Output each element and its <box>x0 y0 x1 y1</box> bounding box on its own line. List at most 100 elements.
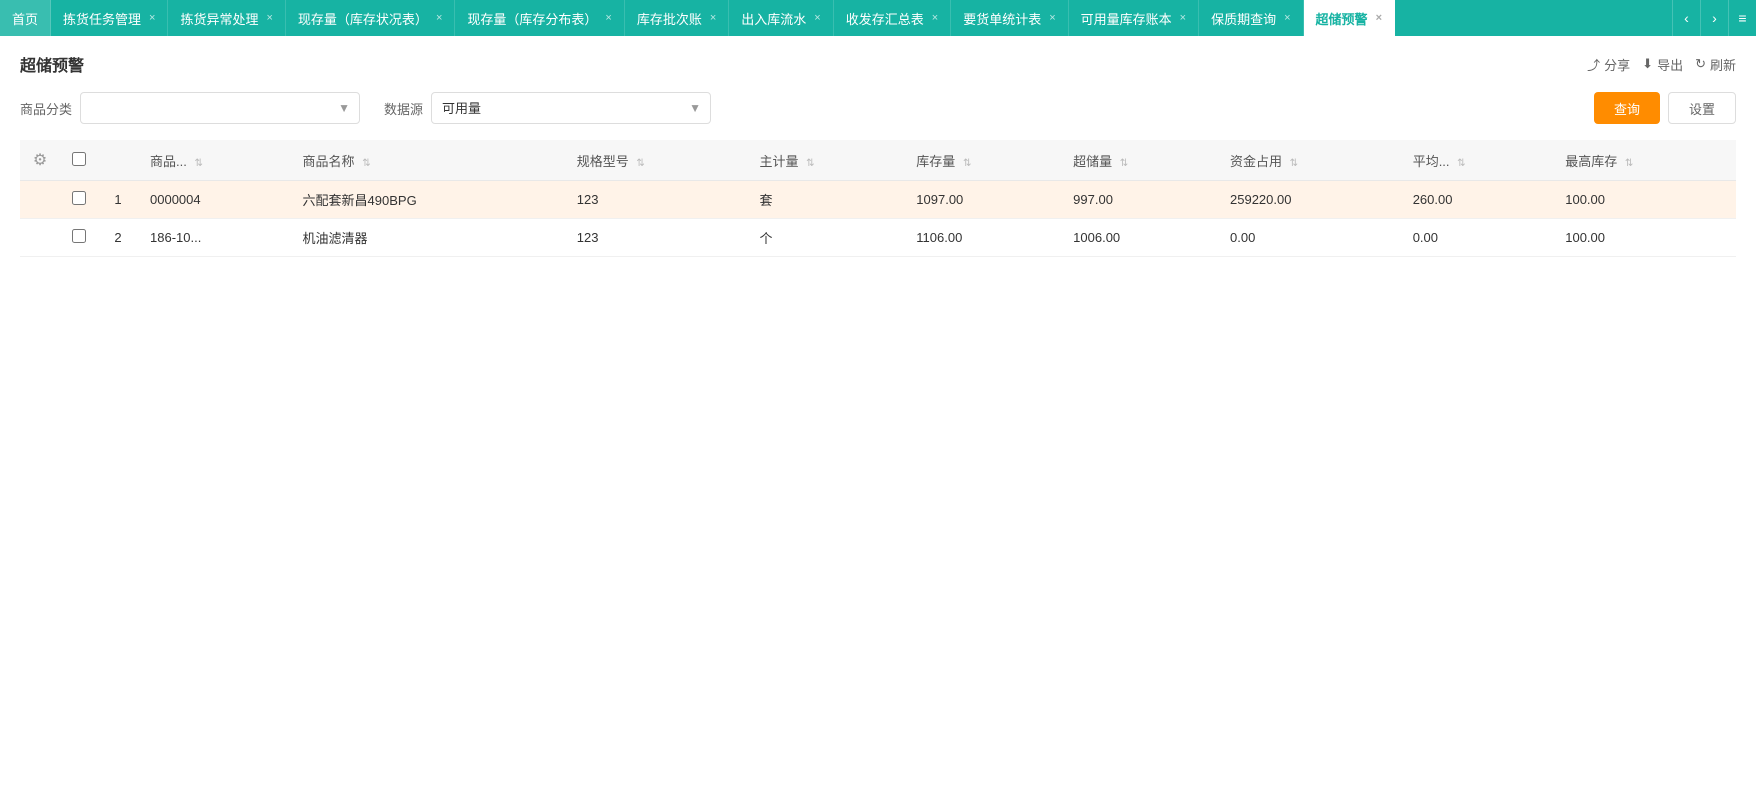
nav-item-exception[interactable]: 拣货异常处理× <box>168 0 285 36</box>
overstock-cell: 1006.00 <box>1061 219 1218 257</box>
nav-item-label: 现存量（库存分布表） <box>467 9 597 28</box>
table-row: 2 186-10... 机油滤清器 123 个 1106.00 1006.00 … <box>20 219 1736 257</box>
nav-item-label: 保质期查询 <box>1211 9 1276 28</box>
nav-item-batch[interactable]: 库存批次账× <box>625 0 729 36</box>
row-checkbox[interactable] <box>72 229 86 243</box>
data-table: ⚙ 商品... ⇅ 商品名称 ⇅ 规格型号 ⇅ <box>20 140 1736 257</box>
stock-cell: 1097.00 <box>904 181 1061 219</box>
refresh-icon: ↻ <box>1695 56 1706 72</box>
nav-item-label: 拣货任务管理 <box>63 9 141 28</box>
row-checkbox-cell[interactable] <box>60 219 98 257</box>
product-name-sort-icon: ⇅ <box>362 158 370 169</box>
stock-header[interactable]: 库存量 ⇅ <box>904 140 1061 181</box>
gear-header[interactable]: ⚙ <box>20 140 60 181</box>
export-button[interactable]: ⬇ 导出 <box>1642 55 1683 74</box>
capital-header-label: 资金占用 <box>1230 154 1282 169</box>
nav-item-quality[interactable]: 保质期查询 × <box>1199 0 1303 36</box>
close-icon[interactable]: × <box>932 12 938 24</box>
unit-sort-icon: ⇅ <box>806 158 814 169</box>
max-stock-header-label: 最高库存 <box>1565 154 1617 169</box>
nav-item-label: 现存量（库存状况表） <box>298 9 428 28</box>
close-icon[interactable]: × <box>814 12 820 24</box>
table-row: 1 0000004 六配套新昌490BPG 123 套 1097.00 997.… <box>20 181 1736 219</box>
nav-right-arrow[interactable]: › <box>1700 0 1728 36</box>
product-name-header[interactable]: 商品名称 ⇅ <box>291 140 565 181</box>
datasource-select[interactable]: 可用量 <box>431 92 711 124</box>
close-icon[interactable]: × <box>266 12 272 24</box>
product-name-header-label: 商品名称 <box>303 154 355 169</box>
capital-cell: 0.00 <box>1218 219 1401 257</box>
capital-header[interactable]: 资金占用 ⇅ <box>1218 140 1401 181</box>
top-nav: 首页拣货任务管理×拣货异常处理×现存量（库存状况表）×现存量（库存分布表）×库存… <box>0 0 1756 36</box>
product-name-cell: 机油滤清器 <box>291 219 565 257</box>
product-code-header[interactable]: 商品... ⇅ <box>138 140 291 181</box>
unit-header-label: 主计量 <box>759 154 798 169</box>
capital-sort-icon: ⇅ <box>1290 158 1298 169</box>
query-button[interactable]: 查询 <box>1594 92 1660 124</box>
nav-item-label: 可用量库存账本 <box>1081 9 1172 28</box>
close-icon[interactable]: × <box>1376 12 1382 24</box>
filter-area: 商品分类 ▼ 数据源 可用量 ▼ 查询 设置 <box>20 92 1736 124</box>
refresh-button[interactable]: ↻ 刷新 <box>1695 55 1736 74</box>
nav-item-label: 要货单统计表 <box>963 9 1041 28</box>
category-label: 商品分类 <box>20 99 72 118</box>
nav-item-task-mgmt[interactable]: 拣货任务管理 × <box>51 0 168 36</box>
checkbox-header[interactable] <box>60 140 98 181</box>
row-checkbox[interactable] <box>72 191 86 205</box>
datasource-select-wrap: 可用量 ▼ <box>431 92 711 124</box>
row-number: 1 <box>98 181 138 219</box>
gear-header-icon[interactable]: ⚙ <box>32 150 48 170</box>
datasource-filter: 数据源 可用量 ▼ <box>384 92 711 124</box>
nav-item-inout[interactable]: 出入库流水 × <box>729 0 833 36</box>
nav-item-overstock[interactable]: 超储预警 × <box>1304 0 1395 36</box>
close-icon[interactable]: × <box>710 12 716 24</box>
select-all-checkbox[interactable] <box>72 152 86 166</box>
spec-header[interactable]: 规格型号 ⇅ <box>565 140 748 181</box>
product-code-header-label: 商品... <box>150 154 187 169</box>
unit-header[interactable]: 主计量 ⇅ <box>747 140 904 181</box>
avg-sort-icon: ⇅ <box>1457 158 1465 169</box>
max-stock-cell: 100.00 <box>1553 181 1736 219</box>
max-stock-sort-icon: ⇅ <box>1625 158 1633 169</box>
close-icon[interactable]: × <box>1180 12 1186 24</box>
nav-item-label: 出入库流水 <box>741 9 806 28</box>
nav-item-stock-status[interactable]: 现存量（库存状况表） × <box>286 0 455 36</box>
nav-item-order-stat[interactable]: 要货单统计表 × <box>951 0 1068 36</box>
unit-cell: 套 <box>747 181 904 219</box>
settings-button[interactable]: 设置 <box>1668 92 1736 124</box>
export-icon: ⬇ <box>1642 56 1653 72</box>
spec-header-label: 规格型号 <box>577 154 629 169</box>
overstock-header[interactable]: 超储量 ⇅ <box>1061 140 1218 181</box>
export-label: 导出 <box>1657 55 1683 74</box>
max-stock-header[interactable]: 最高库存 ⇅ <box>1553 140 1736 181</box>
row-checkbox-cell[interactable] <box>60 181 98 219</box>
nav-left-arrow[interactable]: ‹ <box>1672 0 1700 36</box>
nav-item-collect[interactable]: 收发存汇总表× <box>834 0 951 36</box>
close-icon[interactable]: × <box>605 12 611 24</box>
nav-item-label: 超储预警 <box>1316 9 1368 28</box>
close-icon[interactable]: × <box>1049 12 1055 24</box>
datasource-label: 数据源 <box>384 99 423 118</box>
nav-item-home[interactable]: 首页 <box>0 0 51 36</box>
nav-arrows: ‹ › ≡ <box>1672 0 1756 36</box>
nav-menu-arrow[interactable]: ≡ <box>1728 0 1756 36</box>
nav-item-stock-dist[interactable]: 现存量（库存分布表） × <box>455 0 624 36</box>
close-icon[interactable]: × <box>436 12 442 24</box>
capital-cell: 259220.00 <box>1218 181 1401 219</box>
category-filter: 商品分类 ▼ <box>20 92 360 124</box>
spec-cell: 123 <box>565 181 748 219</box>
avg-header[interactable]: 平均... ⇅ <box>1401 140 1554 181</box>
close-icon[interactable]: × <box>1284 12 1290 24</box>
product-name-cell: 六配套新昌490BPG <box>291 181 565 219</box>
nav-item-available[interactable]: 可用量库存账本 × <box>1069 0 1199 36</box>
spec-sort-icon: ⇅ <box>636 158 644 169</box>
avg-cell: 0.00 <box>1401 219 1554 257</box>
share-button[interactable]: ⤴ 分享 <box>1587 55 1630 74</box>
category-select-wrap: ▼ <box>80 92 360 124</box>
row-gear-cell <box>20 219 60 257</box>
category-select[interactable] <box>80 92 360 124</box>
page-header: 超储预警 ⤴ 分享 ⬇ 导出 ↻ 刷新 <box>20 52 1736 76</box>
unit-cell: 个 <box>747 219 904 257</box>
close-icon[interactable]: × <box>149 12 155 24</box>
overstock-cell: 997.00 <box>1061 181 1218 219</box>
